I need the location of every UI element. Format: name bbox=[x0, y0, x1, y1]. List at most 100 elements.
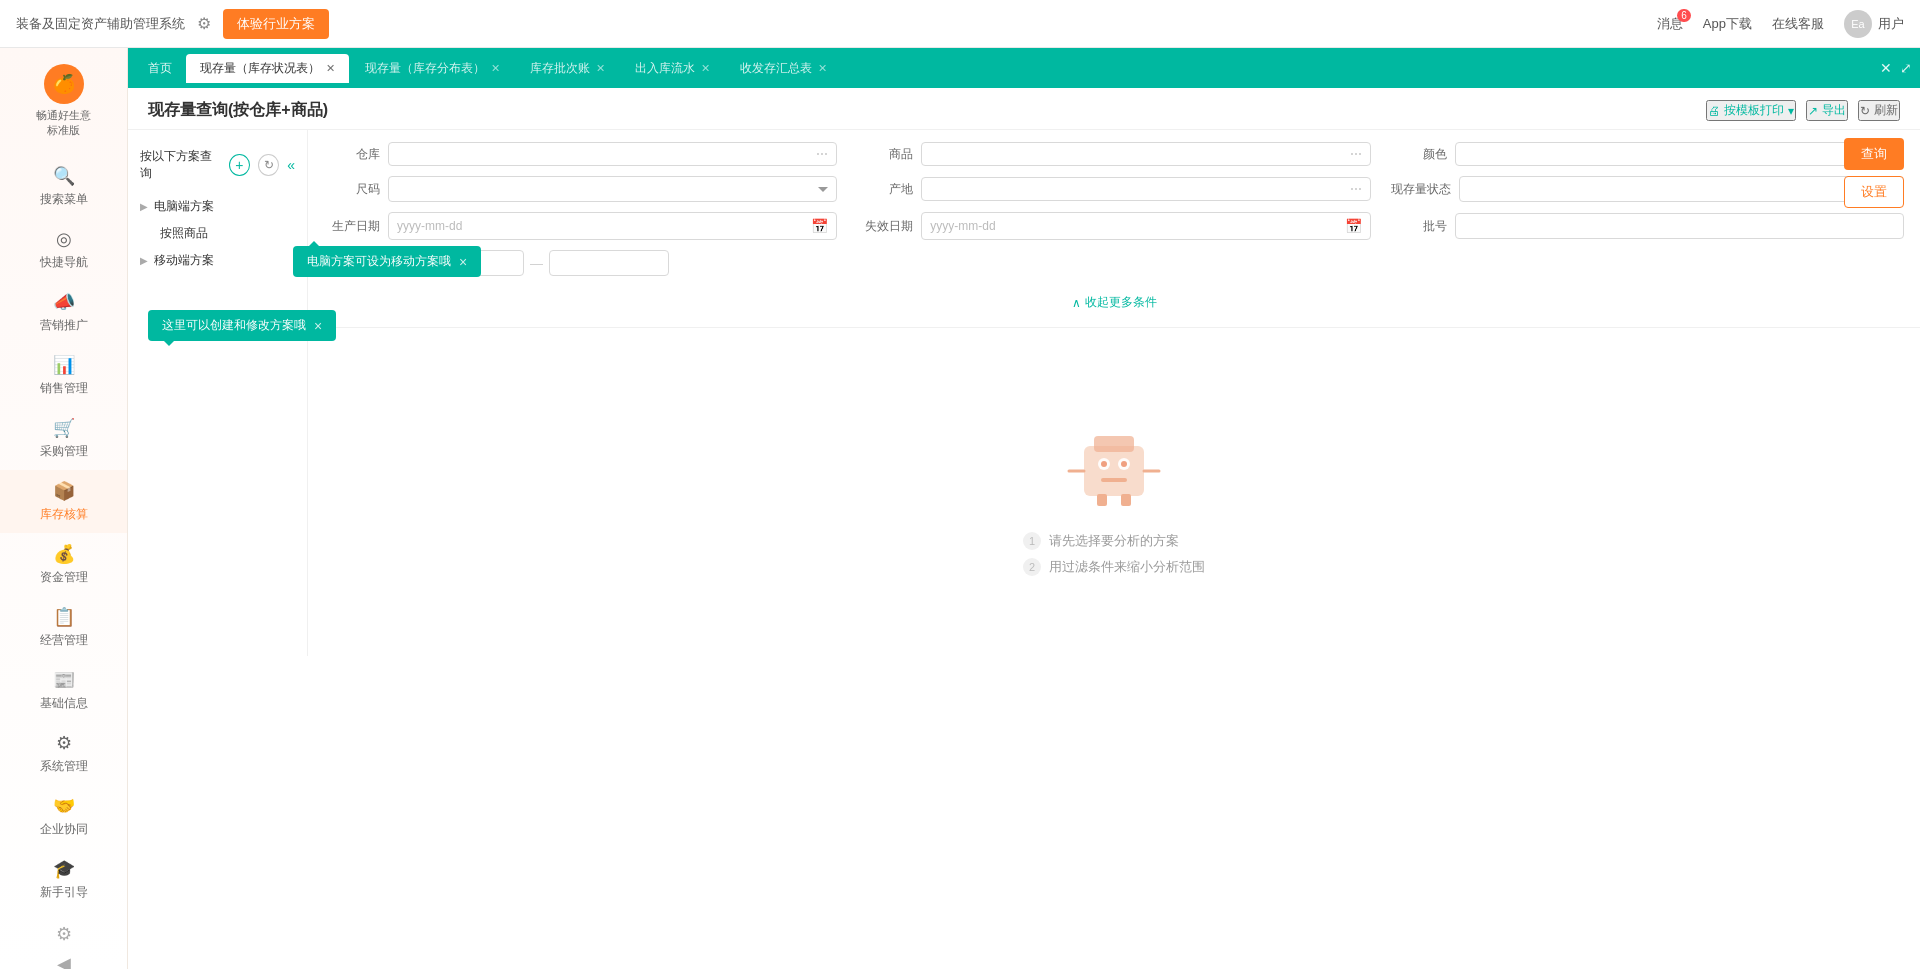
expiry-calendar-icon: 📅 bbox=[1345, 218, 1362, 234]
sidebar-item-label: 库存核算 bbox=[40, 506, 88, 523]
online-support[interactable]: 在线客服 bbox=[1772, 15, 1824, 33]
print-icon: 🖨 bbox=[1708, 104, 1720, 118]
sidebar-item-inventory[interactable]: 📦 库存核算 bbox=[0, 470, 127, 533]
notification-badge: 6 bbox=[1677, 9, 1691, 22]
sidebar-item-operations[interactable]: 📋 经营管理 bbox=[0, 596, 127, 659]
logo-icon: 🍊 bbox=[44, 64, 84, 104]
tab-close-all-icon[interactable]: ✕ bbox=[1880, 60, 1892, 76]
tab-collect-report[interactable]: 收发存汇总表 ✕ bbox=[726, 54, 841, 83]
batch-filter-row: 批号 bbox=[1391, 212, 1904, 240]
scheme-desktop-child-0[interactable]: 按照商品 bbox=[148, 221, 307, 246]
expiry-date-input[interactable]: yyyy-mm-dd 📅 bbox=[921, 212, 1370, 240]
avatar: Ea bbox=[1844, 10, 1872, 38]
main-layout: 🍊 畅通好生意 标准版 🔍 搜索菜单 ◎ 快捷导航 📣 营销推广 📊 销售管理 … bbox=[0, 48, 1920, 969]
production-date-value: yyyy-mm-dd bbox=[397, 219, 462, 233]
tab-close-icon[interactable]: ✕ bbox=[818, 62, 827, 75]
svg-rect-0 bbox=[1084, 446, 1144, 496]
color-control[interactable]: ▾ bbox=[1455, 142, 1904, 166]
sidebar-item-quick-nav[interactable]: ◎ 快捷导航 bbox=[0, 218, 127, 281]
experience-button[interactable]: 体验行业方案 bbox=[223, 9, 329, 39]
search-button[interactable]: 查询 bbox=[1844, 138, 1904, 170]
sidebar-collapse-icon[interactable]: ◀ bbox=[57, 953, 71, 969]
warehouse-filter-row: 仓库 ⋯ bbox=[324, 142, 837, 166]
right-content: 仓库 ⋯ 商品 ⋯ bbox=[308, 130, 1920, 656]
scheme-mobile-item[interactable]: ▶ 移动端方案 bbox=[128, 246, 307, 275]
user-area[interactable]: Ea 用户 bbox=[1844, 10, 1904, 38]
tab-close-icon[interactable]: ✕ bbox=[701, 62, 710, 75]
app-download[interactable]: App下载 bbox=[1703, 15, 1752, 33]
empty-hint-2: 2 用过滤条件来缩小分析范围 bbox=[1023, 558, 1205, 576]
collapse-button[interactable]: ∧ 收起更多条件 bbox=[1072, 294, 1157, 311]
scheme-desktop-label: 电脑端方案 bbox=[154, 198, 214, 215]
sidebar-item-search-menu[interactable]: 🔍 搜索菜单 bbox=[0, 155, 127, 218]
tooltip-scheme2: 这里可以创建和修改方案哦 × bbox=[148, 310, 308, 341]
sidebar-item-purchase[interactable]: 🛒 采购管理 bbox=[0, 407, 127, 470]
sidebar-item-label: 搜索菜单 bbox=[40, 191, 88, 208]
filter-refresh-button[interactable]: ↻ bbox=[258, 154, 279, 176]
scheme-desktop-item[interactable]: ▶ 电脑端方案 bbox=[128, 192, 307, 221]
page-actions: 🖨 按模板打印 ▾ ↗ 导出 ↻ 刷新 bbox=[1706, 100, 1900, 121]
tab-batch-account[interactable]: 库存批次账 ✕ bbox=[516, 54, 619, 83]
expand-arrow-mobile-icon: ▶ bbox=[140, 255, 148, 266]
filter-header: 按以下方案查询 + ↻ « bbox=[128, 138, 307, 192]
sidebar-item-label: 系统管理 bbox=[40, 758, 88, 775]
stock-status-select[interactable] bbox=[1459, 176, 1904, 202]
expand-arrow-icon: ▶ bbox=[140, 201, 148, 212]
sidebar-item-guide[interactable]: 🎓 新手引导 bbox=[0, 848, 127, 911]
empty-hints: 1 请先选择要分析的方案 2 用过滤条件来缩小分析范围 bbox=[1023, 532, 1205, 576]
sidebar-item-basic-info[interactable]: 📰 基础信息 bbox=[0, 659, 127, 722]
filter-fields-area: 仓库 ⋯ 商品 ⋯ bbox=[308, 130, 1920, 319]
reset-button[interactable]: 设置 bbox=[1844, 176, 1904, 208]
filter-row-1: 仓库 ⋯ 商品 ⋯ bbox=[324, 142, 1904, 166]
origin-control[interactable]: ⋯ bbox=[921, 177, 1370, 201]
sidebar-item-system[interactable]: ⚙ 系统管理 bbox=[0, 722, 127, 785]
stock-main-sep: — bbox=[530, 256, 543, 271]
page-content: 现存量查询(按仓库+商品) 🖨 按模板打印 ▾ ↗ 导出 ↻ 刷新 bbox=[128, 88, 1920, 969]
warehouse-control[interactable]: ⋯ bbox=[388, 142, 837, 166]
sales-icon: 📊 bbox=[53, 354, 75, 376]
scheme-mobile-label: 移动端方案 bbox=[154, 252, 214, 269]
tab-close-icon[interactable]: ✕ bbox=[596, 62, 605, 75]
tab-bar-end: ✕ ⤢ bbox=[1880, 60, 1912, 76]
tab-home[interactable]: 首页 bbox=[136, 54, 184, 83]
sidebar-settings-icon[interactable]: ⚙ bbox=[56, 923, 72, 945]
filter-add-button[interactable]: + bbox=[229, 154, 250, 176]
settings-icon[interactable]: ⚙ bbox=[197, 14, 211, 33]
notification-button[interactable]: 消息 6 bbox=[1657, 15, 1683, 33]
sidebar-item-label: 快捷导航 bbox=[40, 254, 88, 271]
logo-area: 🍊 畅通好生意 标准版 bbox=[36, 56, 91, 155]
svg-rect-9 bbox=[1097, 494, 1107, 506]
svg-rect-1 bbox=[1094, 436, 1134, 452]
sidebar-item-sales[interactable]: 📊 销售管理 bbox=[0, 344, 127, 407]
filter-back-button[interactable]: « bbox=[287, 157, 295, 173]
sidebar-item-finance[interactable]: 💰 资金管理 bbox=[0, 533, 127, 596]
stock-main-to-input[interactable] bbox=[549, 250, 669, 276]
batch-input[interactable] bbox=[1455, 213, 1904, 239]
hint-num-2: 2 bbox=[1023, 558, 1041, 576]
chevron-down-icon: ▾ bbox=[1788, 104, 1794, 118]
template-print-button[interactable]: 🖨 按模板打印 ▾ bbox=[1706, 100, 1796, 121]
batch-label: 批号 bbox=[1391, 218, 1447, 235]
production-date-input[interactable]: yyyy-mm-dd 📅 bbox=[388, 212, 837, 240]
tab-inventory-dist[interactable]: 现存量（库存分布表） ✕ bbox=[351, 54, 514, 83]
goods-dropdown-icon: ⋯ bbox=[1350, 147, 1362, 161]
main-wrapper: 按以下方案查询 + ↻ « ▶ 电脑端方案 按照商品 bbox=[128, 130, 1920, 656]
hint-num-1: 1 bbox=[1023, 532, 1041, 550]
stock-status-label: 现存量状态 bbox=[1391, 181, 1451, 198]
sidebar-item-marketing[interactable]: 📣 营销推广 bbox=[0, 281, 127, 344]
content-area: 首页 现存量（库存状况表） ✕ 现存量（库存分布表） ✕ 库存批次账 ✕ 出入库… bbox=[128, 48, 1920, 969]
tab-close-icon[interactable]: ✕ bbox=[326, 62, 335, 75]
tab-fullscreen-icon[interactable]: ⤢ bbox=[1900, 60, 1912, 76]
purchase-icon: 🛒 bbox=[53, 417, 75, 439]
sidebar-item-enterprise[interactable]: 🤝 企业协同 bbox=[0, 785, 127, 848]
scheme-child-label: 按照商品 bbox=[160, 225, 208, 242]
tab-inventory-status[interactable]: 现存量（库存状况表） ✕ bbox=[186, 54, 349, 83]
tab-close-icon[interactable]: ✕ bbox=[491, 62, 500, 75]
tab-in-out-flow[interactable]: 出入库流水 ✕ bbox=[621, 54, 724, 83]
warehouse-dropdown-icon: ⋯ bbox=[816, 147, 828, 161]
logo-text: 畅通好生意 标准版 bbox=[36, 108, 91, 139]
refresh-button[interactable]: ↻ 刷新 bbox=[1858, 100, 1900, 121]
export-button[interactable]: ↗ 导出 bbox=[1806, 100, 1848, 121]
goods-control[interactable]: ⋯ bbox=[921, 142, 1370, 166]
size-select[interactable] bbox=[388, 176, 837, 202]
